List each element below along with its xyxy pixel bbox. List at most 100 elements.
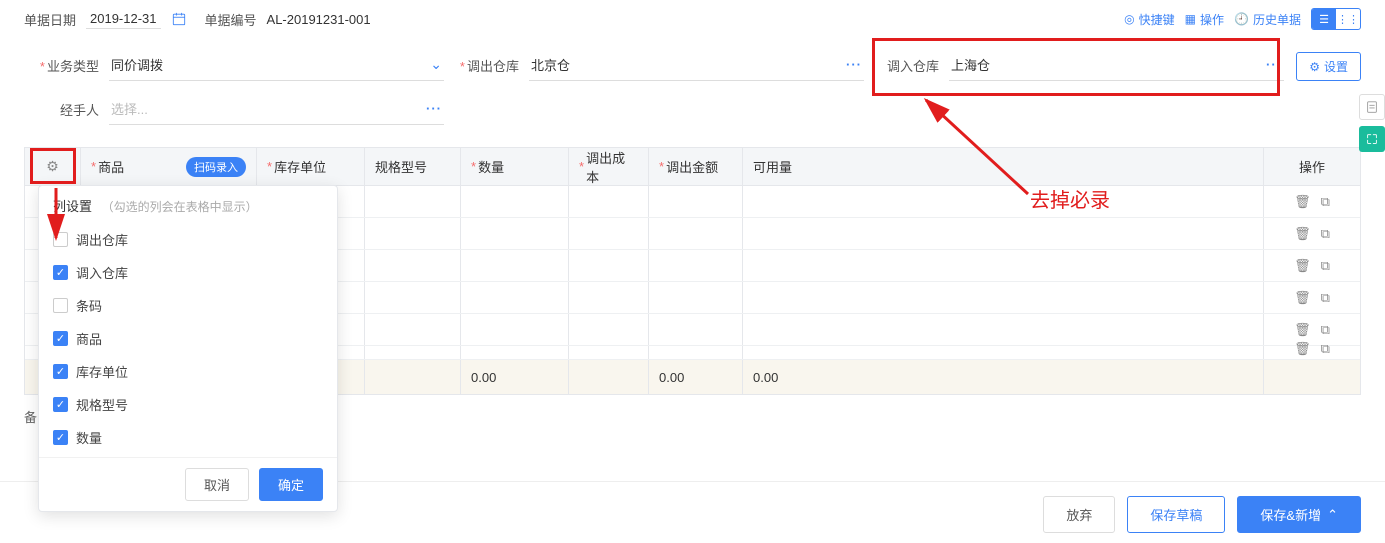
calendar-icon[interactable] [171, 11, 187, 27]
popover-header: 列设置 （勾选的列会在表格中显示） [39, 186, 337, 221]
delete-icon[interactable]: 🗑 [1294, 290, 1311, 306]
checkbox-label: 调出仓库 [76, 230, 128, 249]
column-checkbox-row[interactable]: 调出仓库 [53, 223, 329, 256]
column-settings-button[interactable]: ⚙ [25, 148, 81, 185]
cell[interactable] [461, 186, 569, 217]
cell[interactable] [461, 282, 569, 313]
out-warehouse-label: *调出仓库 [444, 56, 529, 75]
cell[interactable] [649, 186, 743, 217]
cancel-button[interactable]: 取消 [185, 468, 249, 501]
checkbox[interactable]: ✓ [53, 397, 68, 412]
cell[interactable] [461, 314, 569, 345]
more-icon: ··· [1266, 57, 1282, 72]
handler-select[interactable]: 选择... ··· [109, 93, 444, 125]
delete-icon[interactable]: 🗑 [1294, 258, 1311, 274]
row-actions: 🗑⧉ [1264, 218, 1360, 249]
col-qty-label: 数量 [478, 157, 504, 176]
save-new-label: 保存&新增 [1260, 505, 1321, 524]
scan-input-badge[interactable]: 扫码录入 [186, 157, 246, 177]
date-value[interactable]: 2019-12-31 [86, 9, 161, 29]
cell[interactable] [461, 218, 569, 249]
col-spec: 规格型号 [365, 148, 461, 185]
checkbox[interactable]: ✓ [53, 265, 68, 280]
cell[interactable] [569, 314, 649, 345]
bill-number-value: AL-20191231-001 [267, 12, 371, 27]
in-warehouse-select[interactable]: 上海仓 ··· [949, 49, 1284, 81]
copy-icon[interactable]: ⧉ [1321, 258, 1330, 274]
cell[interactable] [569, 186, 649, 217]
cell[interactable] [365, 218, 461, 249]
discard-button[interactable]: 放弃 [1043, 496, 1115, 533]
total-amt: 0.00 [649, 360, 743, 394]
cell[interactable] [743, 186, 1264, 217]
delete-icon[interactable]: 🗑 [1294, 322, 1311, 338]
form-row-2: 经手人 选择... ··· [0, 89, 1385, 133]
cell[interactable] [743, 314, 1264, 345]
chevron-up-icon: ⌃ [1327, 507, 1338, 523]
cell[interactable] [365, 314, 461, 345]
biz-type-select[interactable]: 同价调拨 ⌄ [109, 49, 444, 81]
col-qty: *数量 [461, 148, 569, 185]
column-checkbox-row[interactable]: ✓ 数量 [53, 421, 329, 454]
checkbox[interactable]: ✓ [53, 364, 68, 379]
out-warehouse-select[interactable]: 北京仓 ··· [529, 49, 864, 81]
col-cost: *调出成本 [569, 148, 649, 185]
popover-title: 列设置 [53, 199, 92, 214]
col-avail: 可用量 [743, 148, 1264, 185]
side-float [1359, 94, 1385, 152]
copy-icon[interactable]: ⧉ [1321, 194, 1330, 210]
save-draft-button[interactable]: 保存草稿 [1127, 496, 1225, 533]
cell[interactable] [569, 250, 649, 281]
cell[interactable] [569, 282, 649, 313]
view-list-icon[interactable]: ☰ [1312, 9, 1336, 29]
copy-icon[interactable]: ⧉ [1321, 341, 1330, 357]
in-warehouse-field: 调入仓库 上海仓 ··· [864, 49, 1284, 81]
cell[interactable] [365, 186, 461, 217]
cell[interactable] [649, 218, 743, 249]
column-checkbox-row[interactable]: ✓库存单位 [53, 355, 329, 388]
cell[interactable] [649, 314, 743, 345]
checkbox[interactable] [53, 298, 68, 313]
side-expand-button[interactable] [1359, 126, 1385, 152]
column-checkbox-row[interactable]: ✓规格型号 [53, 388, 329, 421]
row-actions: 🗑⧉ [1264, 186, 1360, 217]
column-checkbox-row[interactable]: ✓调入仓库 [53, 256, 329, 289]
biz-type-label: *业务类型 [24, 56, 109, 75]
checkbox[interactable] [53, 232, 68, 247]
cell[interactable] [649, 282, 743, 313]
delete-icon[interactable]: 🗑 [1294, 226, 1311, 242]
history-link[interactable]: 🕘 历史单据 [1234, 11, 1301, 28]
chevron-down-icon: ⌄ [430, 56, 442, 73]
popover-body[interactable]: 调出仓库✓调入仓库条码✓商品✓库存单位✓规格型号✓数量单位2 [39, 221, 337, 457]
view-toggle[interactable]: ☰ ⋮⋮ [1311, 8, 1361, 30]
checkbox-label: 数量 [76, 428, 102, 447]
cell[interactable] [743, 250, 1264, 281]
cell[interactable] [743, 282, 1264, 313]
ok-button[interactable]: 确定 [259, 468, 323, 501]
settings-button[interactable]: ⚙ 设置 [1296, 52, 1361, 81]
checkbox[interactable]: ✓ [53, 430, 68, 445]
popover-hint: （勾选的列会在表格中显示） [102, 200, 258, 214]
cell[interactable] [743, 218, 1264, 249]
delete-icon[interactable]: 🗑 [1294, 194, 1311, 210]
view-grid-icon[interactable]: ⋮⋮ [1336, 9, 1360, 29]
cell[interactable] [649, 250, 743, 281]
side-doc-button[interactable] [1359, 94, 1385, 120]
operate-link[interactable]: ▦ 操作 [1185, 11, 1224, 28]
copy-icon[interactable]: ⧉ [1321, 290, 1330, 306]
cell[interactable] [569, 218, 649, 249]
delete-icon[interactable]: 🗑 [1294, 341, 1311, 357]
col-unit: *库存单位 [257, 148, 365, 185]
checkbox[interactable]: ✓ [53, 331, 68, 346]
column-checkbox-row[interactable]: ✓商品 [53, 322, 329, 355]
cell[interactable] [461, 250, 569, 281]
copy-icon[interactable]: ⧉ [1321, 322, 1330, 338]
handler-field: 经手人 选择... ··· [24, 93, 444, 125]
column-checkbox-row[interactable]: 条码 [53, 289, 329, 322]
shortcut-link[interactable]: ◎ 快捷键 [1124, 11, 1175, 28]
copy-icon[interactable]: ⧉ [1321, 226, 1330, 242]
cell[interactable] [365, 250, 461, 281]
save-new-button[interactable]: 保存&新增 ⌃ [1237, 496, 1361, 533]
out-warehouse-value: 北京仓 [531, 55, 570, 74]
cell[interactable] [365, 282, 461, 313]
